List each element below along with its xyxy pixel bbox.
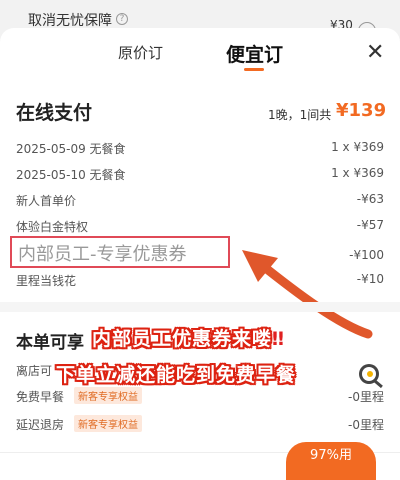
price-row-value: 1 x ¥369 xyxy=(331,166,384,180)
price-row: 2025-05-10 无餐食 1 x ¥369 xyxy=(16,166,384,188)
perk-label: 离店可 xyxy=(16,364,53,378)
perk-label: 延迟退房 xyxy=(16,418,65,432)
background-title: 取消无忧保障 xyxy=(28,13,112,29)
online-payment-title: 在线支付 xyxy=(16,102,93,124)
price-row: 新人首单价 -¥63 xyxy=(16,192,384,214)
price-row-label: 新人首单价 xyxy=(16,194,77,208)
perk-tag: 新客专享权益 xyxy=(74,387,142,404)
perks-title: 本单可享 xyxy=(16,333,84,353)
perk-row: 延迟退房 新客专享权益 -0里程 xyxy=(16,415,384,438)
tab-cheap-booking[interactable]: 便宜订 xyxy=(226,40,283,67)
discount-badge: 97%用 xyxy=(286,442,376,480)
promo-overlay-line2: 下单立减还能吃到免费早餐 xyxy=(56,364,297,386)
perk-row: 免费早餐 新客专享权益 -0里程 xyxy=(16,387,384,410)
employee-coupon-label: 内部员工-专享优惠券 xyxy=(18,244,187,265)
perk-tag: 新客专享权益 xyxy=(74,415,142,432)
perk-label: 免费早餐 xyxy=(16,390,65,404)
stay-summary: 1晚，1间共 xyxy=(268,108,332,122)
tab-bar: 原价订 便宜订 ✕ xyxy=(0,28,400,84)
price-row: 2025-05-09 无餐食 1 x ¥369 xyxy=(16,140,384,162)
price-row-label: 体验白金特权 xyxy=(16,220,89,234)
perk-value: -0里程 xyxy=(348,390,384,404)
price-row-value: 1 x ¥369 xyxy=(331,140,384,154)
frying-pan-egg-icon xyxy=(359,364,383,389)
perk-value: -0里程 xyxy=(348,418,384,432)
price-row-label: 2025-05-09 无餐食 xyxy=(16,142,126,156)
tab-original-price[interactable]: 原价订 xyxy=(118,42,163,63)
section-divider xyxy=(0,302,400,312)
tab-active-indicator xyxy=(244,68,264,71)
price-row-label: 2025-05-10 无餐食 xyxy=(16,168,126,182)
total-price: ¥139 xyxy=(336,100,387,121)
promo-overlay-line1-text: 内部员工优惠券来喽 xyxy=(92,328,273,350)
price-detail-sheet: 原价订 便宜订 ✕ 在线支付 1晚，1间共 ¥139 2025-05-09 无餐… xyxy=(0,28,400,480)
close-icon[interactable]: ✕ xyxy=(366,42,384,64)
price-row-value: -¥57 xyxy=(356,218,384,232)
help-icon[interactable]: ? xyxy=(116,13,128,25)
price-row-label: 里程当钱花 xyxy=(16,274,77,288)
price-row-value: -¥63 xyxy=(356,192,384,206)
promo-overlay-line1: 内部员工优惠券来喽‼ xyxy=(92,324,285,351)
double-exclamation-icon: ‼ xyxy=(272,328,285,350)
